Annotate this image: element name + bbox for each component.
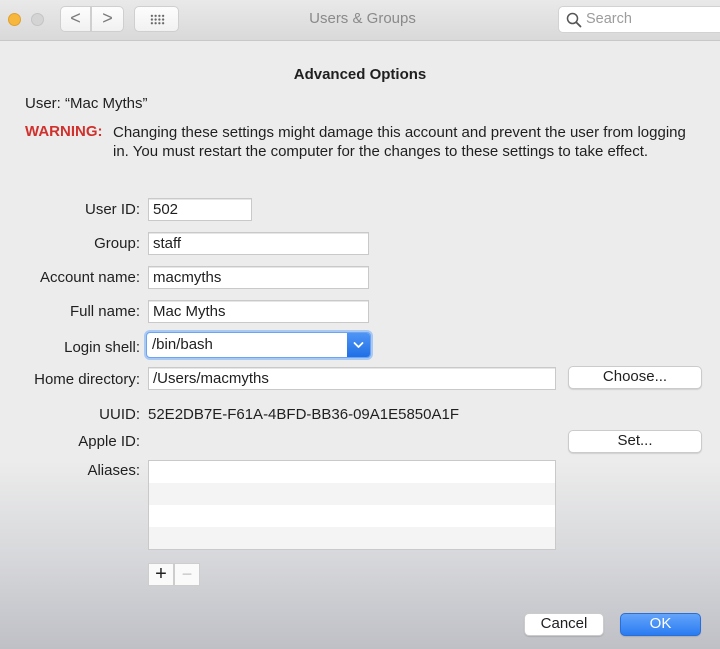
grid-icon <box>150 14 165 25</box>
set-apple-id-button[interactable]: Set... <box>568 430 702 453</box>
window-title: Users & Groups <box>309 10 416 27</box>
chevron-left-icon: < <box>70 8 81 28</box>
minus-icon: − <box>181 564 193 584</box>
login-shell-value: /bin/bash <box>152 336 213 353</box>
login-shell-label: Login shell: <box>64 339 140 356</box>
plus-icon: + <box>155 563 167 585</box>
aliases-row <box>149 505 555 527</box>
aliases-list[interactable] <box>148 460 556 550</box>
forward-button[interactable]: > <box>91 6 124 32</box>
user-id-label: User ID: <box>84 201 140 218</box>
group-field[interactable]: staff <box>148 232 369 255</box>
window-titlebar: < > Users & Groups Search <box>0 0 720 41</box>
aliases-row <box>149 461 555 483</box>
uuid-value: 52E2DB7E-F61A-4BFD-BB36-09A1E5850A1F <box>148 406 460 423</box>
login-shell-select[interactable]: /bin/bash <box>146 332 371 358</box>
chevron-right-icon: > <box>102 8 113 28</box>
ok-button[interactable]: OK <box>620 613 701 636</box>
aliases-row <box>149 483 555 505</box>
dialog-title: Advanced Options <box>293 66 427 83</box>
search-placeholder: Search <box>586 11 632 27</box>
full-name-label: Full name: <box>69 303 140 320</box>
account-name-label: Account name: <box>39 269 140 286</box>
choose-button[interactable]: Choose... <box>568 366 702 389</box>
back-button[interactable]: < <box>60 6 91 32</box>
uuid-label: UUID: <box>99 406 140 423</box>
home-directory-field[interactable]: /Users/macmyths <box>148 367 556 390</box>
aliases-label: Aliases: <box>87 462 140 479</box>
add-alias-button[interactable]: + <box>148 563 174 586</box>
chevron-down-icon[interactable] <box>347 333 370 357</box>
cancel-button[interactable]: Cancel <box>524 613 604 636</box>
show-all-button[interactable] <box>134 6 179 32</box>
apple-id-label: Apple ID: <box>78 433 140 450</box>
account-name-field[interactable]: macmyths <box>148 266 369 289</box>
warning-text: Changing these settings might damage thi… <box>113 124 686 160</box>
user-line: User: “Mac Myths” <box>25 95 148 112</box>
group-label: Group: <box>94 235 140 252</box>
minimize-button[interactable] <box>8 13 21 26</box>
search-field[interactable]: Search <box>558 6 720 33</box>
zoom-button[interactable] <box>31 13 44 26</box>
search-icon <box>566 12 582 28</box>
aliases-row <box>149 527 555 549</box>
user-id-field[interactable]: 502 <box>148 198 252 221</box>
warning-label: WARNING: <box>25 123 103 140</box>
remove-alias-button[interactable]: − <box>174 563 200 586</box>
full-name-field[interactable]: Mac Myths <box>148 300 369 323</box>
home-directory-label: Home directory: <box>34 371 140 388</box>
